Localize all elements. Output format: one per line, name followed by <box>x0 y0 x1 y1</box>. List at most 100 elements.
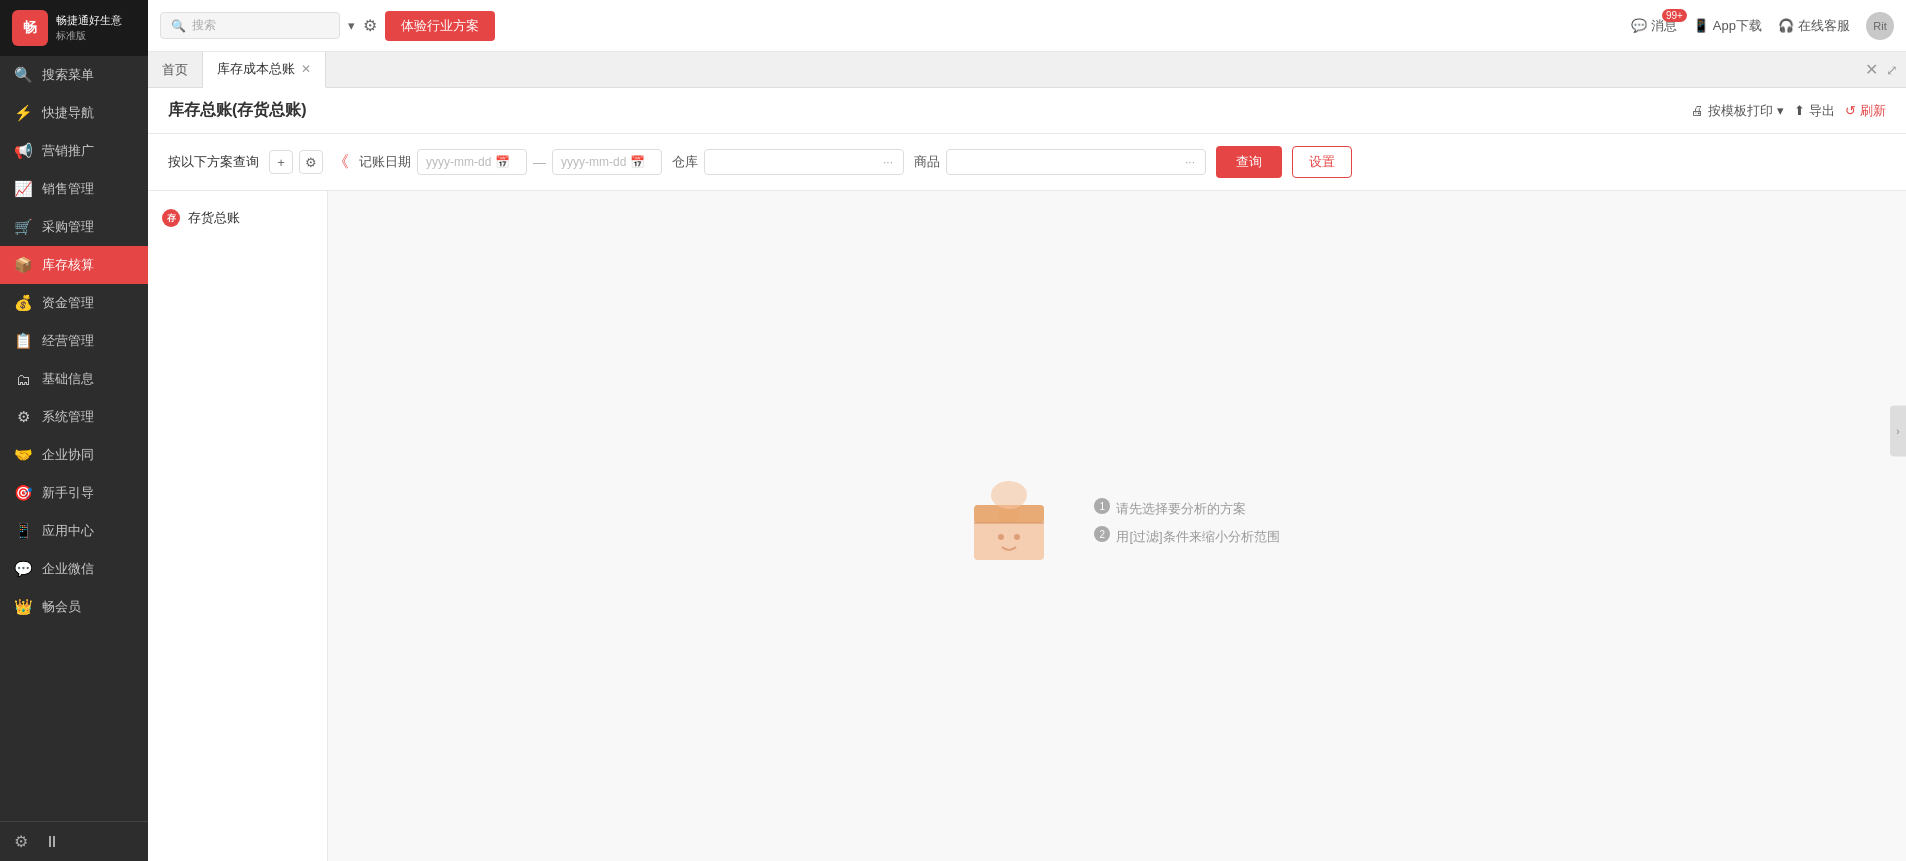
app-download-btn[interactable]: 📱 App下载 <box>1693 17 1762 35</box>
warehouse-field-group: 仓库 ··· <box>672 149 904 175</box>
topbar-left: 🔍 搜索 ▾ ⚙ 体验行业方案 <box>160 11 1621 41</box>
sidebar-item-quick-nav[interactable]: ⚡ 快捷导航 <box>0 94 148 132</box>
print-template-btn[interactable]: 🖨 按模板打印 ▾ <box>1691 102 1784 120</box>
chevron-right-icon: › <box>1896 425 1899 436</box>
warehouse-input[interactable]: ··· <box>704 149 904 175</box>
svg-point-6 <box>1014 534 1020 540</box>
sidebar-item-label: 企业微信 <box>42 560 94 578</box>
sidebar-item-finance[interactable]: 💰 资金管理 <box>0 284 148 322</box>
sidebar-item-wechat[interactable]: 💬 企业微信 <box>0 550 148 588</box>
sidebar-item-search[interactable]: 🔍 搜索菜单 <box>0 56 148 94</box>
print-dropdown-icon[interactable]: ▾ <box>1777 103 1784 118</box>
industry-btn[interactable]: 体验行业方案 <box>385 11 495 41</box>
add-filter-btn[interactable]: + <box>269 150 293 174</box>
date-field-label: 记账日期 <box>359 153 411 171</box>
topbar-search[interactable]: 🔍 搜索 <box>160 12 340 39</box>
sidebar-item-purchase[interactable]: 🛒 采购管理 <box>0 208 148 246</box>
sidebar-item-label: 采购管理 <box>42 218 94 236</box>
sidebar-item-vip[interactable]: 👑 畅会员 <box>0 588 148 626</box>
topbar-settings-icon[interactable]: ⚙ <box>363 16 377 35</box>
messages-badge: 99+ <box>1662 9 1687 22</box>
step1-text: 请先选择要分析的方案 <box>1116 500 1246 518</box>
sidebar-item-label: 快捷导航 <box>42 104 94 122</box>
date-start-input[interactable]: yyyy-mm-dd 📅 <box>417 149 527 175</box>
messages-btn[interactable]: 💬 消息 99+ <box>1631 17 1677 35</box>
sidebar: 畅 畅捷通好生意 标准版 🔍 搜索菜单 ⚡ 快捷导航 📢 营销推广 📈 销售管理… <box>0 0 148 861</box>
sidebar-item-label: 系统管理 <box>42 408 94 426</box>
user-avatar[interactable]: Rit <box>1866 12 1894 40</box>
tab-home[interactable]: 首页 <box>148 52 203 88</box>
right-panel-toggle[interactable]: › <box>1890 405 1906 456</box>
query-btn[interactable]: 查询 <box>1216 146 1282 178</box>
tab-close-icon[interactable]: ✕ <box>301 63 311 75</box>
sidebar-item-inventory[interactable]: 📦 库存核算 <box>0 246 148 284</box>
calendar-icon[interactable]: 📅 <box>495 155 510 169</box>
sidebar-item-label: 新手引导 <box>42 484 94 502</box>
app-logo: 畅 畅捷通好生意 标准版 <box>0 0 148 56</box>
sidebar-item-sales[interactable]: 📈 销售管理 <box>0 170 148 208</box>
sidebar-item-label: 应用中心 <box>42 522 94 540</box>
print-template-label: 按模板打印 <box>1708 102 1773 120</box>
sales-icon: 📈 <box>14 180 32 198</box>
sidebar-item-label: 资金管理 <box>42 294 94 312</box>
warehouse-more-icon[interactable]: ··· <box>883 155 893 169</box>
scheme-item-icon: 存 <box>162 209 180 227</box>
scheme-item-inventory[interactable]: 存 存货总账 <box>148 201 327 235</box>
calendar-end-icon[interactable]: 📅 <box>630 155 645 169</box>
tab-inventory-ledger[interactable]: 库存成本总账 ✕ <box>203 52 326 88</box>
sidebar-item-system[interactable]: ⚙ 系统管理 <box>0 398 148 436</box>
sidebar-item-label: 营销推广 <box>42 142 94 160</box>
expand-icon[interactable]: ⤢ <box>1886 62 1898 78</box>
refresh-icon: ↺ <box>1845 103 1856 118</box>
date-field-group: 记账日期 yyyy-mm-dd 📅 — yyyy-mm-dd 📅 <box>359 149 662 175</box>
page-title: 库存总账(存货总账) <box>168 100 307 121</box>
export-btn[interactable]: ⬆ 导出 <box>1794 102 1835 120</box>
print-icon: 🖨 <box>1691 103 1704 118</box>
svg-point-3 <box>991 481 1027 509</box>
finance-icon: 💰 <box>14 294 32 312</box>
export-label: 导出 <box>1809 102 1835 120</box>
filter-collapse-btn[interactable]: 《 <box>333 152 349 173</box>
topbar-dropdown-icon[interactable]: ▾ <box>348 18 355 33</box>
sidebar-item-label: 经营管理 <box>42 332 94 350</box>
filter-area: 按以下方案查询 + ⚙ 《 记账日期 yyyy-mm-dd 📅 — yyyy-m… <box>148 134 1906 191</box>
step1-num: 1 <box>1094 498 1110 514</box>
filter-actions: + ⚙ <box>269 150 323 174</box>
toggle-sidebar-icon[interactable]: ⏸ <box>44 833 60 851</box>
settings-btn[interactable]: 设置 <box>1292 146 1352 178</box>
app-version: 标准版 <box>56 29 122 43</box>
sidebar-item-appstore[interactable]: 📱 应用中心 <box>0 512 148 550</box>
product-more-icon[interactable]: ··· <box>1185 155 1195 169</box>
scheme-panel: 存 存货总账 <box>148 191 328 861</box>
sidebar-item-marketing[interactable]: 📢 营销推广 <box>0 132 148 170</box>
tab-inventory-ledger-label: 库存成本总账 <box>217 60 295 78</box>
app-name: 畅捷通好生意 <box>56 13 122 28</box>
scheme-item-label: 存货总账 <box>188 209 240 227</box>
enterprise-icon: 🤝 <box>14 446 32 464</box>
sidebar-item-enterprise[interactable]: 🤝 企业协同 <box>0 436 148 474</box>
tab-home-label: 首页 <box>162 61 188 79</box>
settings-filter-btn[interactable]: ⚙ <box>299 150 323 174</box>
topbar: 🔍 搜索 ▾ ⚙ 体验行业方案 💬 消息 99+ 📱 App下载 🎧 在线客服 <box>148 0 1906 52</box>
date-separator: — <box>533 155 546 170</box>
date-placeholder-end: yyyy-mm-dd <box>561 155 626 169</box>
sidebar-item-label: 销售管理 <box>42 180 94 198</box>
date-end-input[interactable]: yyyy-mm-dd 📅 <box>552 149 662 175</box>
search-icon: 🔍 <box>171 19 186 33</box>
step2-num: 2 <box>1094 526 1110 542</box>
refresh-btn[interactable]: ↺ 刷新 <box>1845 102 1886 120</box>
sidebar-item-basic[interactable]: 🗂 基础信息 <box>0 360 148 398</box>
sidebar-item-newbie[interactable]: 🎯 新手引导 <box>0 474 148 512</box>
close-panel-btn[interactable]: ✕ <box>1865 60 1878 79</box>
inventory-icon: 📦 <box>14 256 32 274</box>
product-input[interactable]: ··· <box>946 149 1206 175</box>
search-placeholder: 搜索 <box>192 17 216 34</box>
settings-bottom-icon[interactable]: ⚙ <box>14 832 28 851</box>
svg-point-5 <box>998 534 1004 540</box>
system-icon: ⚙ <box>14 408 32 426</box>
refresh-label: 刷新 <box>1860 102 1886 120</box>
online-service-btn[interactable]: 🎧 在线客服 <box>1778 17 1850 35</box>
sidebar-item-business[interactable]: 📋 经营管理 <box>0 322 148 360</box>
online-service-label: 在线客服 <box>1798 17 1850 35</box>
marketing-icon: 📢 <box>14 142 32 160</box>
